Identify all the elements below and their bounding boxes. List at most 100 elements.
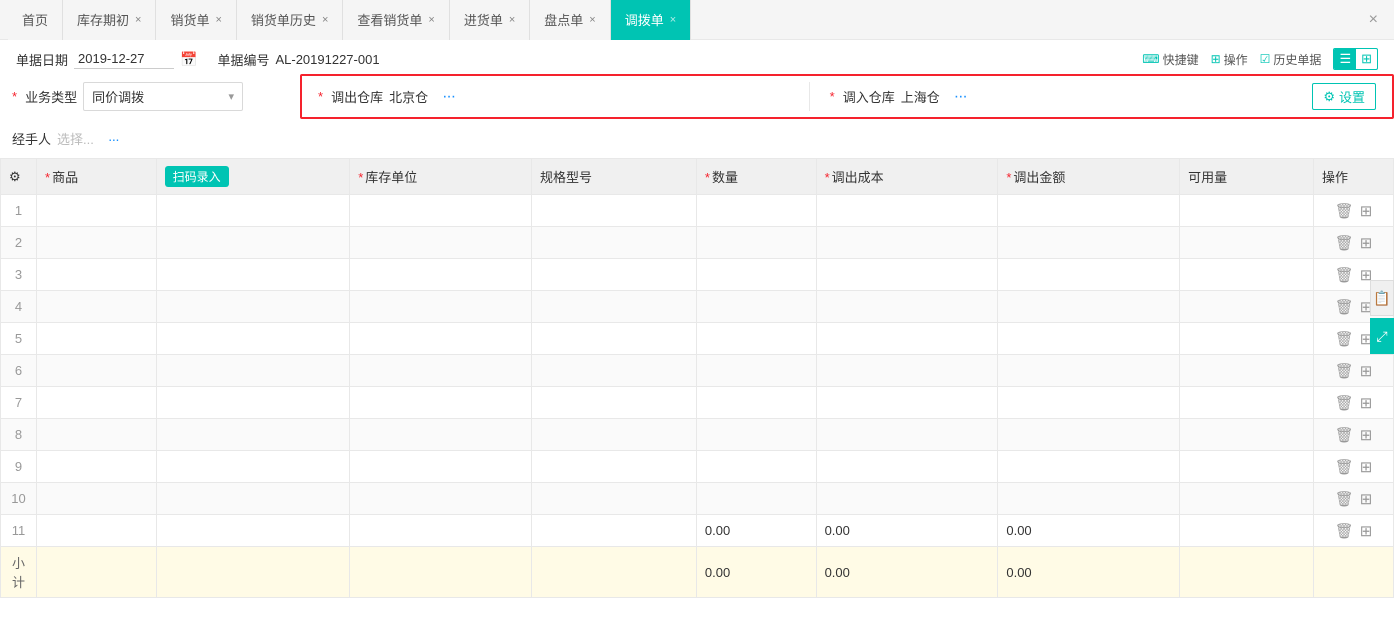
row-cost-7[interactable] bbox=[816, 387, 998, 419]
row-spec-7[interactable] bbox=[532, 387, 697, 419]
row-spec-4[interactable] bbox=[532, 291, 697, 323]
row-amount-2[interactable] bbox=[998, 227, 1180, 259]
row-delete-icon-8[interactable]: 🗑 bbox=[1335, 426, 1354, 444]
close-tab-inventory-count[interactable]: × bbox=[589, 14, 595, 26]
row-delete-icon-10[interactable]: 🗑 bbox=[1335, 490, 1354, 508]
row-copy-icon-8[interactable]: ⊞ bbox=[1360, 426, 1373, 444]
row-qty-10[interactable] bbox=[696, 483, 816, 515]
handler-select[interactable]: 选择... bbox=[57, 129, 94, 148]
row-product-2[interactable] bbox=[37, 227, 157, 259]
row-unit-10[interactable] bbox=[350, 483, 532, 515]
row-unit-7[interactable] bbox=[350, 387, 532, 419]
row-qty-6[interactable] bbox=[696, 355, 816, 387]
row-spec-9[interactable] bbox=[532, 451, 697, 483]
close-tab-inventory-init[interactable]: × bbox=[135, 14, 141, 26]
close-tab-purchase-order[interactable]: × bbox=[509, 14, 515, 26]
row-cost-9[interactable] bbox=[816, 451, 998, 483]
row-delete-icon-5[interactable]: 🗑 bbox=[1335, 330, 1354, 348]
row-copy-icon[interactable]: ⊞ bbox=[1360, 522, 1373, 540]
row-amount-9[interactable] bbox=[998, 451, 1180, 483]
row-qty-9[interactable] bbox=[696, 451, 816, 483]
in-warehouse-ellipsis[interactable]: ··· bbox=[954, 88, 967, 106]
row-delete-icon-7[interactable]: 🗑 bbox=[1335, 394, 1354, 412]
row-qty-5[interactable] bbox=[696, 323, 816, 355]
row-delete-icon[interactable]: 🗑 bbox=[1335, 522, 1354, 540]
row-delete-icon-3[interactable]: 🗑 bbox=[1335, 266, 1354, 284]
th-gear[interactable]: ⚙ bbox=[1, 159, 37, 195]
close-all-tabs[interactable]: × bbox=[1361, 11, 1386, 29]
close-tab-sales-order[interactable]: × bbox=[215, 14, 221, 26]
row-cost-8[interactable] bbox=[816, 419, 998, 451]
float-expand-btn[interactable]: ⤢ bbox=[1370, 318, 1394, 354]
tab-view-sales[interactable]: 查看销货单 × bbox=[343, 0, 449, 40]
row-delete-icon-6[interactable]: 🗑 bbox=[1335, 362, 1354, 380]
row-amount-10[interactable] bbox=[998, 483, 1180, 515]
operation-btn[interactable]: ⊞ 操作 bbox=[1211, 51, 1248, 68]
row-amount-3[interactable] bbox=[998, 259, 1180, 291]
row-unit-5[interactable] bbox=[350, 323, 532, 355]
row-qty-2[interactable] bbox=[696, 227, 816, 259]
row-product-10[interactable] bbox=[37, 483, 157, 515]
row-unit-6[interactable] bbox=[350, 355, 532, 387]
row-spec-8[interactable] bbox=[532, 419, 697, 451]
row-cost-3[interactable] bbox=[816, 259, 998, 291]
row-amount-4[interactable] bbox=[998, 291, 1180, 323]
row-delete-icon-1[interactable]: 🗑 bbox=[1335, 202, 1354, 220]
row-qty-7[interactable] bbox=[696, 387, 816, 419]
row-unit-8[interactable] bbox=[350, 419, 532, 451]
handler-ellipsis[interactable]: ··· bbox=[108, 131, 119, 147]
tab-transfer-order[interactable]: 调拨单 × bbox=[611, 0, 691, 40]
row-spec-1[interactable] bbox=[532, 195, 697, 227]
row-amount-1[interactable] bbox=[998, 195, 1180, 227]
row-product-5[interactable] bbox=[37, 323, 157, 355]
view-grid-btn[interactable]: ⊞ bbox=[1356, 49, 1377, 69]
history-btn[interactable]: ☑ 历史单据 bbox=[1260, 51, 1322, 68]
row-cost-1[interactable] bbox=[816, 195, 998, 227]
tab-inventory-count[interactable]: 盘点单 × bbox=[530, 0, 610, 40]
row-cost-6[interactable] bbox=[816, 355, 998, 387]
row-delete-icon-2[interactable]: 🗑 bbox=[1335, 234, 1354, 252]
row-product-7[interactable] bbox=[37, 387, 157, 419]
row-product-6[interactable] bbox=[37, 355, 157, 387]
row-qty-8[interactable] bbox=[696, 419, 816, 451]
row-product-4[interactable] bbox=[37, 291, 157, 323]
shortcut-btn[interactable]: ⌨ 快捷键 bbox=[1142, 51, 1198, 68]
row-unit-4[interactable] bbox=[350, 291, 532, 323]
gear-icon[interactable]: ⚙ bbox=[9, 169, 21, 184]
row-unit-2[interactable] bbox=[350, 227, 532, 259]
row-unit-3[interactable] bbox=[350, 259, 532, 291]
row-spec-5[interactable] bbox=[532, 323, 697, 355]
scan-button[interactable]: 扫码录入 bbox=[165, 166, 229, 187]
row-copy-icon-1[interactable]: ⊞ bbox=[1360, 202, 1373, 220]
row-cost-10[interactable] bbox=[816, 483, 998, 515]
tab-inventory-init[interactable]: 库存期初 × bbox=[63, 0, 156, 40]
row-copy-icon-2[interactable]: ⊞ bbox=[1360, 234, 1373, 252]
row-cost-5[interactable] bbox=[816, 323, 998, 355]
business-type-select[interactable]: 同价调拨 ▾ bbox=[83, 82, 243, 111]
tab-home[interactable]: 首页 bbox=[8, 0, 63, 40]
row-unit-1[interactable] bbox=[350, 195, 532, 227]
date-input[interactable] bbox=[74, 49, 174, 69]
row-cost-4[interactable] bbox=[816, 291, 998, 323]
close-tab-sales-history[interactable]: × bbox=[322, 14, 328, 26]
row-copy-icon-9[interactable]: ⊞ bbox=[1360, 458, 1373, 476]
tab-sales-order[interactable]: 销货单 × bbox=[156, 0, 236, 40]
row-product-3[interactable] bbox=[37, 259, 157, 291]
row-unit-9[interactable] bbox=[350, 451, 532, 483]
row-cost-2[interactable] bbox=[816, 227, 998, 259]
row-spec-10[interactable] bbox=[532, 483, 697, 515]
row-spec-2[interactable] bbox=[532, 227, 697, 259]
row-qty-1[interactable] bbox=[696, 195, 816, 227]
row-spec-6[interactable] bbox=[532, 355, 697, 387]
row-delete-icon-4[interactable]: 🗑 bbox=[1335, 298, 1354, 316]
settings-button[interactable]: ⚙ 设置 bbox=[1312, 83, 1376, 110]
close-tab-view-sales[interactable]: × bbox=[428, 14, 434, 26]
row-spec-3[interactable] bbox=[532, 259, 697, 291]
row-copy-icon-6[interactable]: ⊞ bbox=[1360, 362, 1373, 380]
row-amount-5[interactable] bbox=[998, 323, 1180, 355]
tab-purchase-order[interactable]: 进货单 × bbox=[450, 0, 530, 40]
row-copy-icon-7[interactable]: ⊞ bbox=[1360, 394, 1373, 412]
row-delete-icon-9[interactable]: 🗑 bbox=[1335, 458, 1354, 476]
tab-sales-history[interactable]: 销货单历史 × bbox=[237, 0, 343, 40]
row-product-1[interactable] bbox=[37, 195, 157, 227]
